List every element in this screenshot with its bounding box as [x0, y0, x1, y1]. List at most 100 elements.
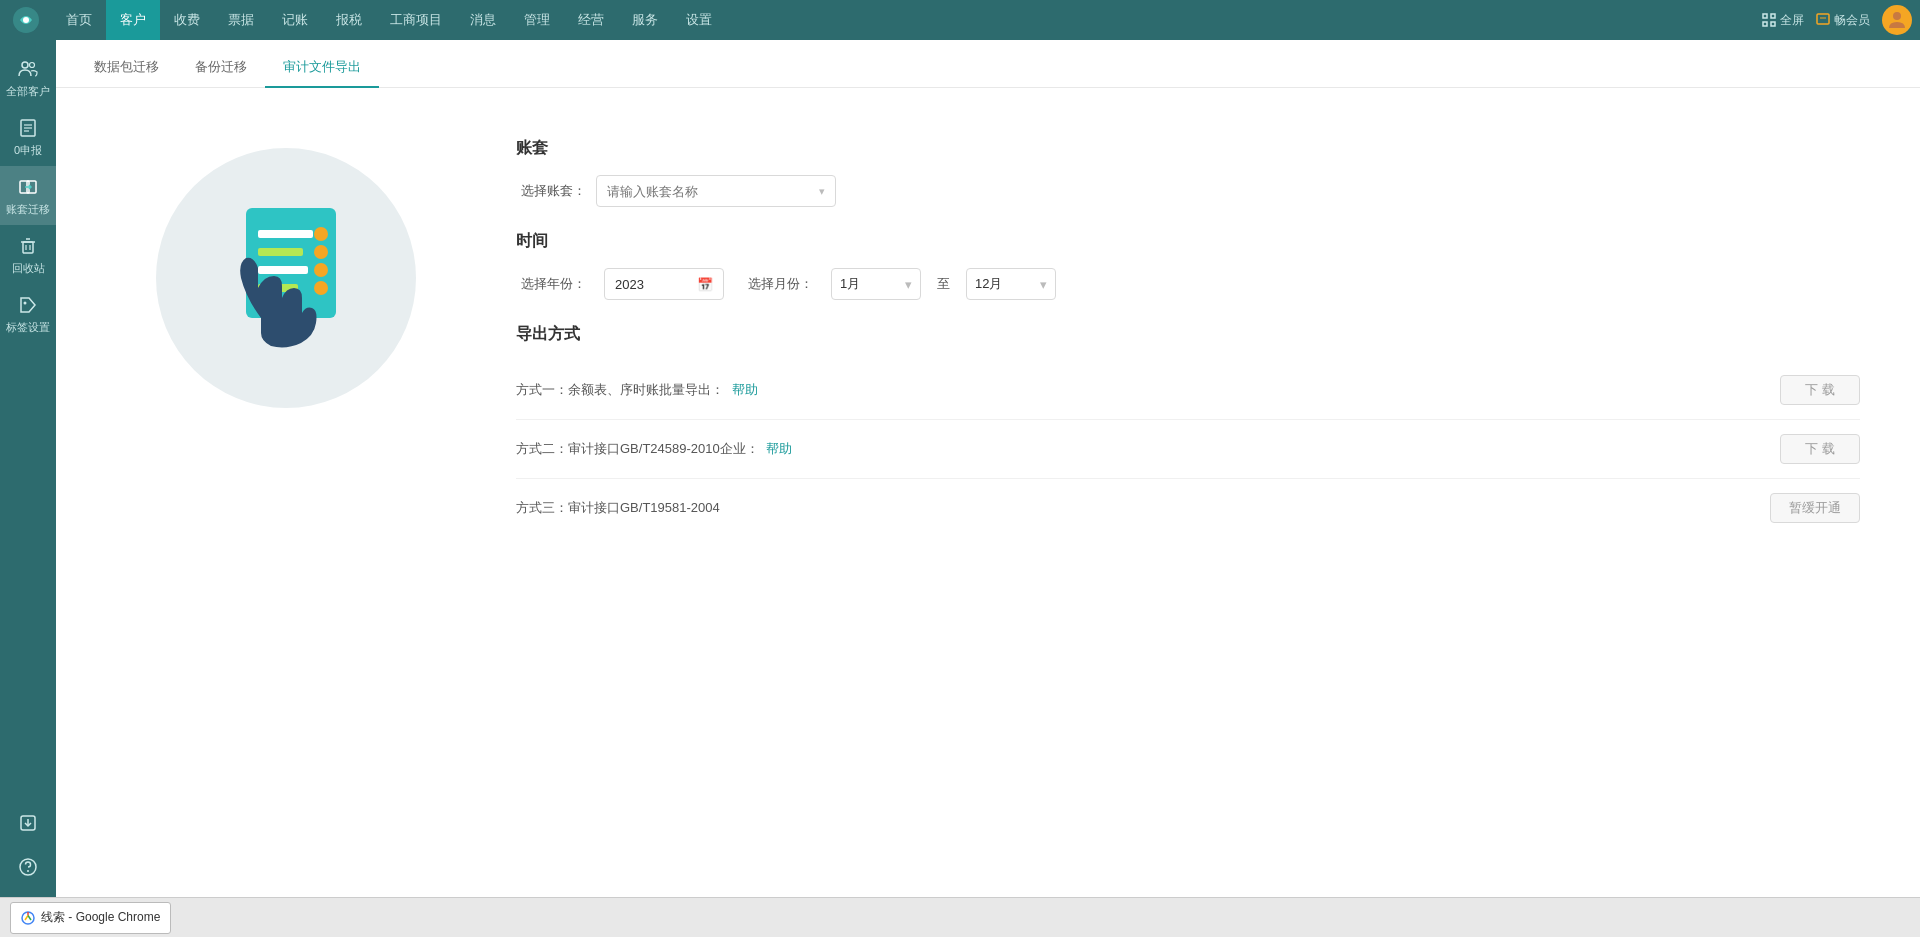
- calendar-icon: 📅: [697, 277, 713, 292]
- time-section-title: 时间: [516, 231, 1860, 252]
- sidebar-label-migrate: 账套迁移: [6, 202, 50, 217]
- end-month-value: 12月: [975, 275, 1002, 293]
- nav-right: 全屏 畅会员: [1762, 5, 1912, 35]
- svg-point-36: [314, 281, 328, 295]
- method1-help-link[interactable]: 帮助: [732, 382, 758, 397]
- sidebar-label-all-customers: 全部客户: [6, 84, 50, 99]
- export-method-1-desc: 方式一：余额表、序时账批量导出： 帮助: [516, 381, 1780, 399]
- app-logo: [8, 2, 44, 38]
- export-section-title: 导出方式: [516, 324, 1860, 345]
- year-label: 选择年份：: [516, 275, 586, 293]
- sidebar-download-icon[interactable]: [0, 805, 56, 841]
- svg-point-33: [314, 227, 328, 241]
- nav-operation[interactable]: 经营: [564, 0, 618, 40]
- nav-fee[interactable]: 收费: [160, 0, 214, 40]
- start-month-value: 1月: [840, 275, 860, 293]
- end-month-select[interactable]: 12月 ▾: [966, 268, 1056, 300]
- svg-rect-18: [23, 242, 33, 253]
- method2-help-link[interactable]: 帮助: [766, 441, 792, 456]
- method2-download-btn[interactable]: 下 载: [1780, 434, 1860, 464]
- svg-point-10: [30, 63, 35, 68]
- account-label: 选择账套：: [516, 182, 586, 200]
- export-method-3-desc: 方式三：审计接口GB/T19581-2004: [516, 499, 1770, 517]
- member-btn[interactable]: 畅会员: [1816, 12, 1870, 29]
- account-section-title: 账套: [516, 138, 1860, 159]
- svg-point-8: [1893, 12, 1901, 20]
- tabs-bar: 数据包迁移 备份迁移 审计文件导出: [56, 40, 1920, 88]
- nav-message[interactable]: 消息: [456, 0, 510, 40]
- form-area: 账套 选择账套： ▾ 时间 选择年份： 2023 📅 选择月份: [456, 128, 1860, 857]
- svg-point-35: [314, 263, 328, 277]
- sidebar-item-migrate[interactable]: 账套迁移: [0, 166, 56, 225]
- taskbar: 线索 - Google Chrome: [0, 897, 1920, 937]
- top-nav: 首页 客户 收费 票据 记账 报税 工商项目 消息 管理 经营 服务 设置 全屏…: [0, 0, 1920, 40]
- account-row: 选择账套： ▾: [516, 175, 1860, 207]
- member-label: 畅会员: [1834, 12, 1870, 29]
- svg-rect-5: [1771, 22, 1775, 26]
- sidebar-label-trash: 回收站: [12, 261, 45, 276]
- fullscreen-label: 全屏: [1780, 12, 1804, 29]
- svg-point-9: [22, 62, 28, 68]
- sidebar-help-icon[interactable]: [0, 849, 56, 885]
- nav-service[interactable]: 服务: [618, 0, 672, 40]
- sidebar: 全部客户 0申报 账套迁移: [0, 40, 56, 897]
- svg-rect-6: [1817, 14, 1829, 24]
- method2-text: 方式二：审计接口GB/T24589-2010企业：: [516, 441, 759, 456]
- page-content: 账套 选择账套： ▾ 时间 选择年份： 2023 📅 选择月份: [56, 88, 1920, 897]
- illustration-circle: [156, 148, 416, 408]
- tab-data-migrate[interactable]: 数据包迁移: [76, 58, 177, 88]
- nav-home[interactable]: 首页: [52, 0, 106, 40]
- nav-business[interactable]: 工商项目: [376, 0, 456, 40]
- svg-rect-31: [258, 266, 308, 274]
- export-method-3-row: 方式三：审计接口GB/T19581-2004 暂缓开通: [516, 479, 1860, 537]
- svg-rect-29: [258, 230, 313, 238]
- nav-settings[interactable]: 设置: [672, 0, 726, 40]
- account-input[interactable]: [607, 184, 819, 199]
- svg-point-27: [27, 870, 29, 872]
- taskbar-chrome-item[interactable]: 线索 - Google Chrome: [10, 902, 171, 934]
- export-method-1-row: 方式一：余额表、序时账批量导出： 帮助 下 载: [516, 361, 1860, 420]
- main-layout: 全部客户 0申报 账套迁移: [0, 40, 1920, 897]
- fullscreen-btn[interactable]: 全屏: [1762, 12, 1804, 29]
- taskbar-chrome-label: 线索 - Google Chrome: [41, 909, 160, 926]
- nav-bookkeeping[interactable]: 记账: [268, 0, 322, 40]
- nav-invoice[interactable]: 票据: [214, 0, 268, 40]
- account-select[interactable]: ▾: [596, 175, 836, 207]
- method1-download-btn[interactable]: 下 载: [1780, 375, 1860, 405]
- start-month-select[interactable]: 1月 ▾: [831, 268, 921, 300]
- year-value: 2023: [615, 277, 644, 292]
- user-avatar[interactable]: [1882, 5, 1912, 35]
- content-area: 数据包迁移 备份迁移 审计文件导出: [56, 40, 1920, 897]
- svg-rect-2: [1763, 14, 1767, 18]
- sidebar-item-all-customers[interactable]: 全部客户: [0, 48, 56, 107]
- method3-text: 方式三：审计接口GB/T19581-2004: [516, 500, 720, 515]
- svg-rect-4: [1763, 22, 1767, 26]
- nav-manage[interactable]: 管理: [510, 0, 564, 40]
- nav-tax[interactable]: 报税: [322, 0, 376, 40]
- sidebar-item-tag[interactable]: 标签设置: [0, 284, 56, 343]
- sidebar-item-zero-report[interactable]: 0申报: [0, 107, 56, 166]
- month-label: 选择月份：: [748, 275, 813, 293]
- nav-items: 首页 客户 收费 票据 记账 报税 工商项目 消息 管理 经营 服务 设置: [52, 0, 1762, 40]
- export-method-2-row: 方式二：审计接口GB/T24589-2010企业： 帮助 下 载: [516, 420, 1860, 479]
- tab-audit-export[interactable]: 审计文件导出: [265, 58, 379, 88]
- export-method-2-desc: 方式二：审计接口GB/T24589-2010企业： 帮助: [516, 440, 1780, 458]
- time-to-label: 至: [937, 275, 950, 293]
- method3-pending-btn[interactable]: 暂缓开通: [1770, 493, 1860, 523]
- svg-rect-30: [258, 248, 303, 256]
- sidebar-label-zero-report: 0申报: [14, 143, 42, 158]
- year-input[interactable]: 2023 📅: [604, 268, 724, 300]
- sidebar-bottom: [0, 805, 56, 897]
- svg-point-1: [23, 17, 29, 23]
- sidebar-label-tag: 标签设置: [6, 320, 50, 335]
- nav-customer[interactable]: 客户: [106, 0, 160, 40]
- tab-backup-migrate[interactable]: 备份迁移: [177, 58, 265, 88]
- end-month-chevron-icon: ▾: [1040, 277, 1047, 292]
- sidebar-item-trash[interactable]: 回收站: [0, 225, 56, 284]
- method1-text: 方式一：余额表、序时账批量导出：: [516, 382, 724, 397]
- svg-point-34: [314, 245, 328, 259]
- time-row: 选择年份： 2023 📅 选择月份： 1月 ▾ 至 12月 ▾: [516, 268, 1860, 300]
- illustration-area: [116, 128, 456, 857]
- svg-point-23: [24, 302, 27, 305]
- start-month-chevron-icon: ▾: [905, 277, 912, 292]
